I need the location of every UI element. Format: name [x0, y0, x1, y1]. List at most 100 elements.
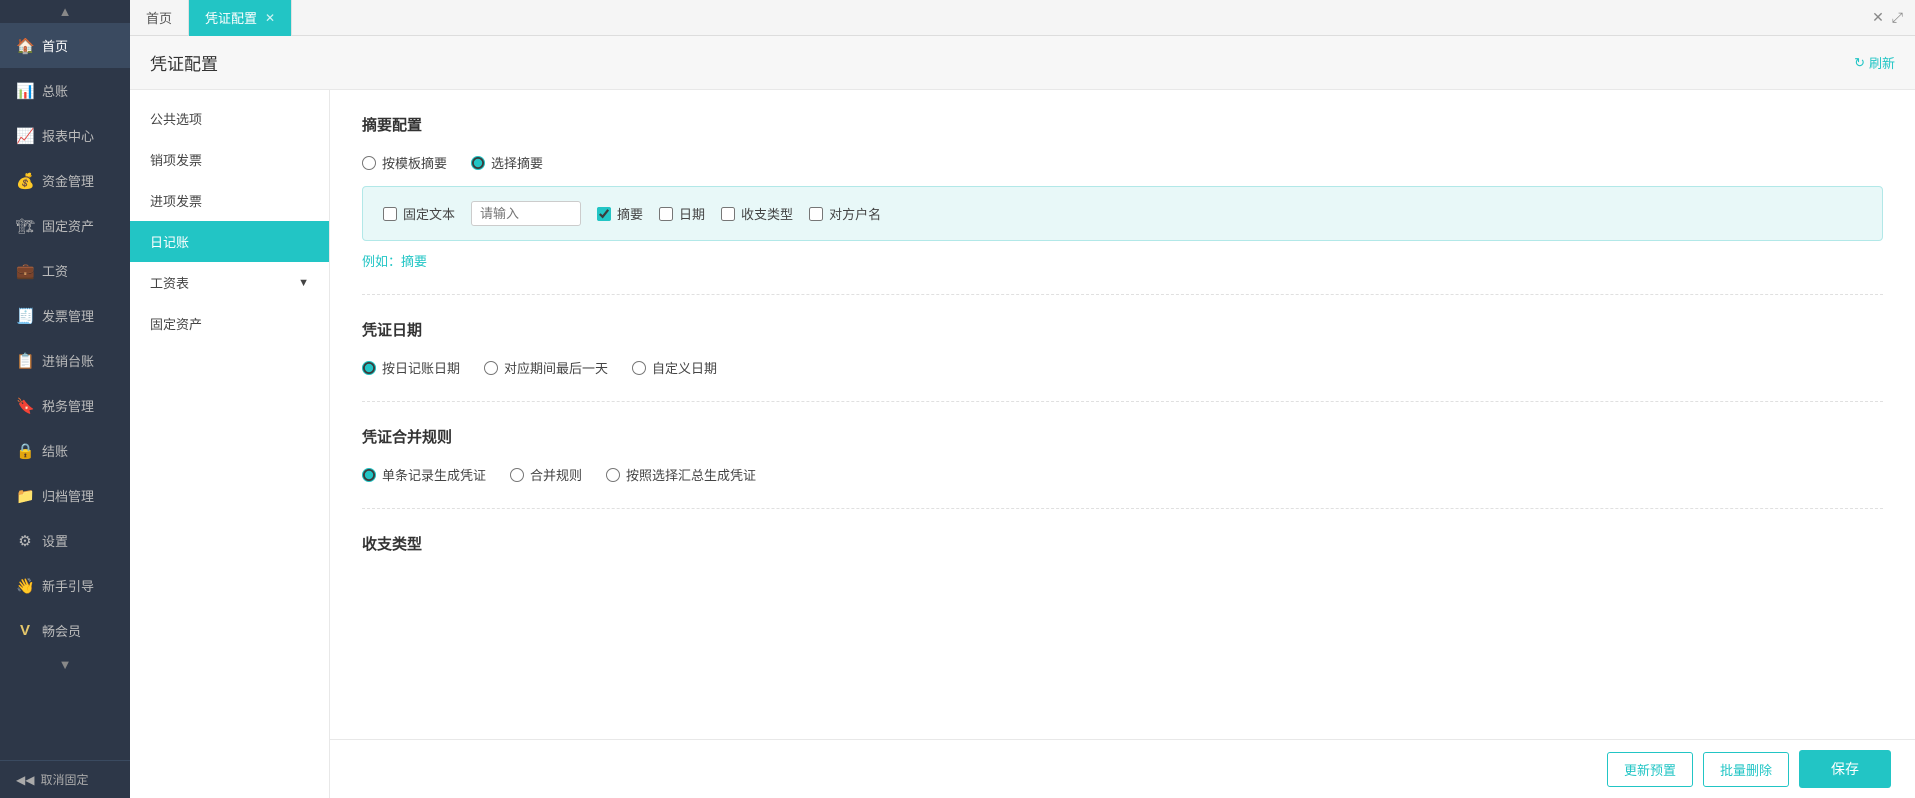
summary-preview: 例如：摘要 — [362, 251, 1883, 270]
sidebar-item-label: 固定资产 — [42, 216, 94, 235]
reports-icon: 📈 — [16, 127, 34, 145]
sidebar-item-archive[interactable]: 📁 归档管理 — [0, 473, 130, 518]
left-nav-item-journal[interactable]: 日记账 — [130, 221, 329, 262]
radio-custom-date[interactable]: 自定义日期 — [632, 358, 717, 377]
left-nav-item-payroll[interactable]: 工资表 ▼ — [130, 262, 329, 303]
fixed-text-input[interactable] — [471, 201, 581, 226]
tab-close-icon[interactable]: ✕ — [265, 11, 275, 25]
sidebar-item-funds[interactable]: 💰 资金管理 — [0, 158, 130, 203]
left-nav-payroll-label: 工资表 — [150, 273, 189, 292]
ledger-icon: 📊 — [16, 82, 34, 100]
sidebar-unpin-button[interactable]: ◀◀ 取消固定 — [0, 760, 130, 798]
tab-maximize-button[interactable]: ⤢ — [1892, 9, 1903, 26]
radio-select-merge-label: 按照选择汇总生成凭证 — [626, 465, 756, 484]
checkbox-counterparty-input[interactable] — [809, 207, 823, 221]
radio-journal-date[interactable]: 按日记账日期 — [362, 358, 460, 377]
radio-template-summary-input[interactable] — [362, 156, 376, 170]
left-nav-item-public[interactable]: 公共选项 — [130, 98, 329, 139]
radio-select-merge-input[interactable] — [606, 468, 620, 482]
tab-home-label: 首页 — [146, 8, 172, 27]
main-area: 首页 凭证配置 ✕ ✕ ⤢ 凭证配置 ↻ 刷新 公共选项 — [130, 0, 1915, 798]
tab-bar: 首页 凭证配置 ✕ ✕ ⤢ — [130, 0, 1915, 36]
checkbox-date-input[interactable] — [659, 207, 673, 221]
sidebar-item-invoice-mgmt[interactable]: 🧾 发票管理 — [0, 293, 130, 338]
radio-select-summary-input[interactable] — [471, 156, 485, 170]
sidebar-item-home[interactable]: 🏠 首页 — [0, 23, 130, 68]
checkbox-fixed-text[interactable]: 固定文本 — [383, 204, 455, 223]
sidebar-item-salary[interactable]: 💼 工资 — [0, 248, 130, 293]
left-nav-journal-label: 日记账 — [150, 232, 189, 251]
salary-icon: 💼 — [16, 262, 34, 280]
radio-merge-rule[interactable]: 合并规则 — [510, 465, 582, 484]
page-layout: 凭证配置 ↻ 刷新 公共选项 销项发票 进项发票 日记账 — [130, 36, 1915, 798]
update-preset-button[interactable]: 更新预置 — [1607, 752, 1693, 787]
checkbox-summary-input[interactable] — [597, 207, 611, 221]
sidebar-item-label: 工资 — [42, 261, 68, 280]
tab-voucher-config[interactable]: 凭证配置 ✕ — [189, 0, 292, 36]
date-section-title: 凭证日期 — [362, 319, 1883, 340]
sidebar-item-vip[interactable]: V 畅会员 — [0, 608, 130, 653]
radio-last-day-input[interactable] — [484, 361, 498, 375]
sidebar-item-label: 进销台账 — [42, 351, 94, 370]
radio-custom-date-input[interactable] — [632, 361, 646, 375]
right-scrollable[interactable]: 摘要配置 按模板摘要 选择摘要 — [330, 90, 1915, 739]
pin-icon: ◀◀ — [16, 773, 34, 787]
checkbox-summary-label: 摘要 — [617, 204, 643, 223]
checkbox-date[interactable]: 日期 — [659, 204, 705, 223]
home-icon: 🏠 — [16, 37, 34, 55]
income-type-section: 收支类型 — [362, 533, 1883, 596]
sidebar-item-settings[interactable]: ⚙ 设置 — [0, 518, 130, 563]
sidebar-item-label: 归档管理 — [42, 486, 94, 505]
checkbox-income-type-input[interactable] — [721, 207, 735, 221]
radio-journal-date-input[interactable] — [362, 361, 376, 375]
tab-voucher-config-label: 凭证配置 — [205, 8, 257, 27]
sidebar-item-label: 税务管理 — [42, 396, 94, 415]
sidebar-item-reports[interactable]: 📈 报表中心 — [0, 113, 130, 158]
checkbox-counterparty[interactable]: 对方户名 — [809, 204, 881, 223]
radio-merge-rule-input[interactable] — [510, 468, 524, 482]
radio-last-day[interactable]: 对应期间最后一天 — [484, 358, 608, 377]
vip-icon: V — [16, 622, 34, 639]
radio-select-summary[interactable]: 选择摘要 — [471, 153, 543, 172]
sidebar-item-assets[interactable]: 🏗 固定资产 — [0, 203, 130, 248]
right-content: 摘要配置 按模板摘要 选择摘要 — [330, 90, 1915, 798]
radio-custom-date-label: 自定义日期 — [652, 358, 717, 377]
sidebar-item-close[interactable]: 🔒 结账 — [0, 428, 130, 473]
checkbox-date-label: 日期 — [679, 204, 705, 223]
checkbox-income-type[interactable]: 收支类型 — [721, 204, 793, 223]
sidebar-item-guide[interactable]: 👋 新手引导 — [0, 563, 130, 608]
summary-section-title: 摘要配置 — [362, 114, 1883, 135]
radio-single-record-label: 单条记录生成凭证 — [382, 465, 486, 484]
payroll-expand-icon[interactable]: ▼ — [298, 277, 309, 289]
batch-delete-button[interactable]: 批量删除 — [1703, 752, 1789, 787]
left-nav-item-purchase-invoice[interactable]: 进项发票 — [130, 180, 329, 221]
sidebar-item-purchase-sale[interactable]: 📋 进销台账 — [0, 338, 130, 383]
left-nav-fixed-assets-label: 固定资产 — [150, 314, 202, 333]
tab-home[interactable]: 首页 — [130, 0, 189, 36]
tab-minimize-button[interactable]: ✕ — [1872, 9, 1884, 26]
guide-icon: 👋 — [16, 577, 34, 595]
left-nav-public-label: 公共选项 — [150, 109, 202, 128]
checkbox-fixed-text-input[interactable] — [383, 207, 397, 221]
sidebar-scroll-down[interactable]: ▼ — [0, 653, 130, 676]
checkbox-summary[interactable]: 摘要 — [597, 204, 643, 223]
sidebar-item-label: 设置 — [42, 531, 68, 550]
sidebar-scroll-up[interactable]: ▲ — [0, 0, 130, 23]
left-nav-item-sales-invoice[interactable]: 销项发票 — [130, 139, 329, 180]
save-button[interactable]: 保存 — [1799, 750, 1891, 788]
sidebar-item-ledger[interactable]: 📊 总账 — [0, 68, 130, 113]
left-nav-item-fixed-assets[interactable]: 固定资产 — [130, 303, 329, 344]
radio-template-summary[interactable]: 按模板摘要 — [362, 153, 447, 172]
funds-icon: 💰 — [16, 172, 34, 190]
radio-select-merge[interactable]: 按照选择汇总生成凭证 — [606, 465, 756, 484]
refresh-button[interactable]: ↻ 刷新 — [1854, 53, 1895, 72]
unpin-label: 取消固定 — [40, 771, 88, 788]
sidebar-item-tax[interactable]: 🔖 税务管理 — [0, 383, 130, 428]
checkbox-counterparty-label: 对方户名 — [829, 204, 881, 223]
radio-single-record-input[interactable] — [362, 468, 376, 482]
summary-radio-group: 按模板摘要 选择摘要 — [362, 153, 1883, 172]
radio-last-day-label: 对应期间最后一天 — [504, 358, 608, 377]
refresh-icon: ↻ — [1854, 55, 1865, 71]
radio-single-record[interactable]: 单条记录生成凭证 — [362, 465, 486, 484]
summary-section: 摘要配置 按模板摘要 选择摘要 — [362, 114, 1883, 295]
